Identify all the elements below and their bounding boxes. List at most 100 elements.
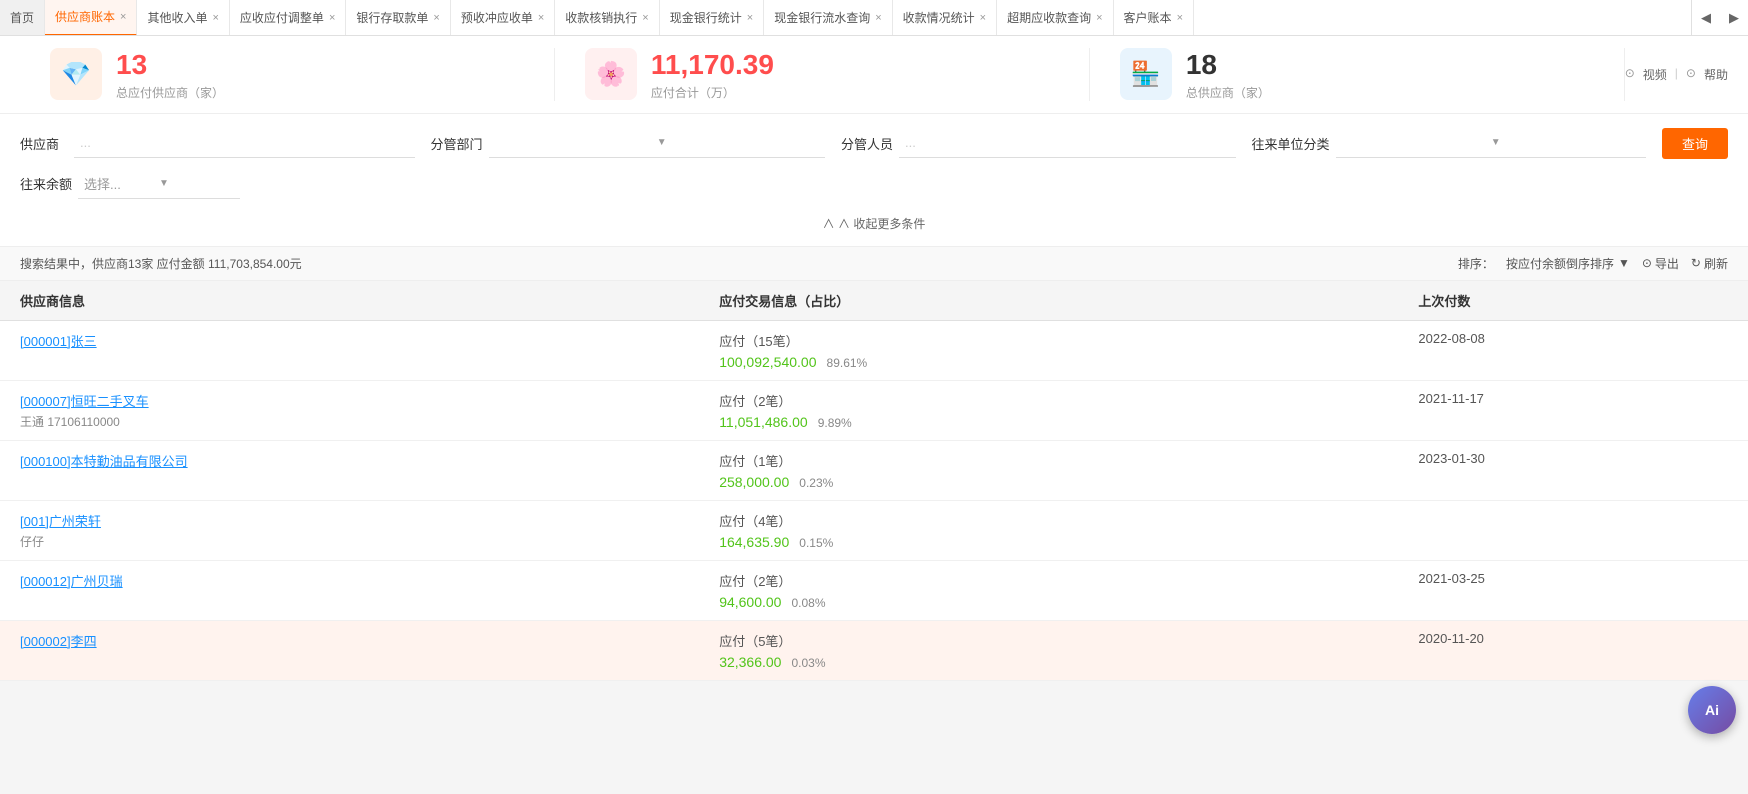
nav-tab-supplier-ledger[interactable]: 供应商账本 ×	[45, 0, 137, 36]
tx-pct: 0.08%	[791, 596, 825, 610]
chevron-down-icon-3: ▼	[159, 178, 234, 189]
collapse-bar[interactable]: ∧ ∧ 收起更多条件	[20, 209, 1728, 238]
close-icon[interactable]: ×	[1177, 12, 1183, 24]
dept-label: 分管部门	[431, 134, 483, 153]
nav-tab-home[interactable]: 首页	[0, 0, 45, 36]
tx-amount: 100,092,540.00	[719, 354, 816, 370]
total-amount-label: 应付合计（万）	[651, 84, 774, 101]
last-pay-date: 2021-11-17	[1418, 391, 1484, 406]
close-icon[interactable]: ×	[538, 12, 544, 24]
last-pay-date: 2020-11-20	[1418, 631, 1484, 646]
tx-amount: 11,051,486.00	[719, 414, 808, 430]
close-icon[interactable]: ×	[433, 12, 439, 24]
result-bar: 搜索结果中，供应商13家 应付金额 111,703,854.00元 排序： 按应…	[0, 247, 1748, 281]
supplier-sub-info: 王通 17106110000	[20, 413, 679, 430]
supplier-sub-info: 仔仔	[20, 533, 679, 550]
nav-tab-ar-ap-adjust[interactable]: 应收应付调整单 ×	[230, 0, 346, 36]
person-label: 分管人员	[841, 134, 893, 153]
balance-dropdown[interactable]: 选择... ▼	[78, 169, 240, 199]
supplier-link[interactable]: [000002]李四	[20, 634, 97, 649]
close-icon[interactable]: ×	[212, 12, 218, 24]
supplier-link[interactable]: [001]广州荣轩	[20, 514, 101, 529]
all-suppliers-num: 18	[1186, 48, 1270, 82]
table-container: 供应商信息 应付交易信息（占比） 上次付数 [000001]张三应付（15笔）1…	[0, 281, 1748, 681]
top-nav: 首页 供应商账本 × 其他收入单 × 应收应付调整单 × 银行存取款单 × 预收…	[0, 0, 1748, 36]
dept-dropdown[interactable]: ▼	[489, 128, 825, 158]
supplier-input[interactable]	[74, 128, 415, 158]
nav-tab-receipt-stat[interactable]: 收款情况统计 ×	[893, 0, 997, 36]
sort-option-label: 按应付余额倒序排序	[1506, 255, 1614, 272]
tx-label: 应付（4笔）	[719, 514, 791, 529]
last-pay-date: 2021-03-25	[1418, 571, 1485, 586]
ai-float-button[interactable]: Ai	[1688, 686, 1736, 734]
help-link[interactable]: 帮助	[1704, 66, 1728, 83]
export-label: 导出	[1655, 255, 1679, 272]
tx-pct: 0.23%	[799, 476, 833, 490]
video-link[interactable]: 视频	[1643, 66, 1667, 83]
close-icon[interactable]: ×	[329, 12, 335, 24]
supplier-link[interactable]: [000007]恒旺二手叉车	[20, 394, 149, 409]
close-icon[interactable]: ×	[875, 12, 881, 24]
supplier-cell: [000007]恒旺二手叉车王通 17106110000	[0, 380, 699, 440]
transaction-cell: 应付（1笔）258,000.000.23%	[699, 440, 1398, 500]
last-pay-cell: 2021-03-25	[1398, 560, 1748, 620]
chevron-down-icon: ▼	[657, 137, 819, 148]
last-pay-date: 2022-08-08	[1418, 331, 1485, 346]
supplier-cell: [000100]本特勤油品有限公司	[0, 440, 699, 500]
close-icon[interactable]: ×	[120, 11, 126, 23]
close-icon[interactable]: ×	[1096, 12, 1102, 24]
supplier-cell: [000002]李四	[0, 620, 699, 680]
nav-tab-other-income[interactable]: 其他收入单 ×	[137, 0, 229, 36]
transaction-cell: 应付（4笔）164,635.900.15%	[699, 500, 1398, 560]
category-dropdown[interactable]: ▼	[1336, 128, 1646, 158]
export-button[interactable]: ⊙ 导出	[1642, 255, 1679, 272]
refresh-icon: ↻	[1691, 256, 1701, 270]
last-pay-cell	[1398, 500, 1748, 560]
filter-supplier: 供应商	[20, 128, 415, 158]
nav-tab-cash-bank-flow[interactable]: 现金银行流水查询 ×	[764, 0, 892, 36]
summary-info-total: 18 总供应商（家）	[1186, 48, 1270, 101]
close-icon[interactable]: ×	[747, 12, 753, 24]
transaction-cell: 应付（2笔）94,600.000.08%	[699, 560, 1398, 620]
nav-tab-customer-ledger[interactable]: 客户账本 ×	[1114, 0, 1194, 36]
close-icon[interactable]: ×	[980, 12, 986, 24]
table-row: [000007]恒旺二手叉车王通 17106110000 应付（2笔） 11,051…	[0, 380, 1748, 440]
tx-label: 应付（2笔）	[719, 394, 791, 409]
transaction-cell: 应付（5笔）32,366.000.03%	[699, 620, 1398, 680]
filter-balance: 往来余额 选择... ▼	[20, 169, 240, 199]
col-tx-info: 应付交易信息（占比）	[699, 281, 1398, 321]
summary-card-amount: 🌸 11,170.39 应付合计（万）	[555, 48, 1090, 101]
query-button[interactable]: 查询	[1662, 128, 1728, 159]
refresh-button[interactable]: ↻ 刷新	[1691, 255, 1728, 272]
sort-label: 排序：	[1458, 255, 1494, 272]
summary-info-suppliers: 13 总应付供应商（家）	[116, 48, 224, 101]
filter-person: 分管人员	[841, 128, 1236, 158]
person-input[interactable]	[899, 128, 1235, 158]
tx-amount: 94,600.00	[719, 594, 781, 610]
nav-prev-btn[interactable]: ◀	[1692, 0, 1720, 36]
supplier-label: 供应商	[20, 134, 68, 153]
total-suppliers-label: 总应付供应商（家）	[116, 84, 224, 101]
supplier-link[interactable]: [000100]本特勤油品有限公司	[20, 454, 188, 469]
supplier-cell: [000012]广州贝瑞	[0, 560, 699, 620]
result-text: 搜索结果中，供应商13家 应付金额 111,703,854.00元	[20, 255, 302, 272]
supplier-link[interactable]: [000001]张三	[20, 334, 97, 349]
supplier-cell: [001]广州荣轩仔仔	[0, 500, 699, 560]
supplier-cell: [000001]张三	[0, 320, 699, 380]
close-icon[interactable]: ×	[642, 12, 648, 24]
transaction-cell: 应付（2笔）11,051,486.009.89%	[699, 380, 1398, 440]
supplier-link[interactable]: [000012]广州贝瑞	[20, 574, 123, 589]
nav-tab-overdue-ar[interactable]: 超期应收款查询 ×	[997, 0, 1113, 36]
last-pay-date: 2023-01-30	[1418, 451, 1485, 466]
nav-tab-receipt-verify[interactable]: 收款核销执行 ×	[555, 0, 659, 36]
nav-tab-advance-ar[interactable]: 预收冲应收单 ×	[451, 0, 555, 36]
tx-label: 应付（1笔）	[719, 454, 791, 469]
sort-button[interactable]: 按应付余额倒序排序 ▼	[1506, 255, 1630, 272]
transaction-cell: 应付（15笔）100,092,540.0089.61%	[699, 320, 1398, 380]
filter-category: 往来单位分类 ▼	[1252, 128, 1647, 158]
filter-row-1: 供应商 分管部门 ▼ 分管人员 往来单位分类 ▼ 查询	[20, 128, 1728, 159]
nav-tab-bank-deposit[interactable]: 银行存取款单 ×	[346, 0, 450, 36]
nav-tab-cash-bank-stat[interactable]: 现金银行统计 ×	[660, 0, 764, 36]
nav-next-btn[interactable]: ▶	[1720, 0, 1748, 36]
chevron-down-icon-2: ▼	[1491, 137, 1640, 148]
